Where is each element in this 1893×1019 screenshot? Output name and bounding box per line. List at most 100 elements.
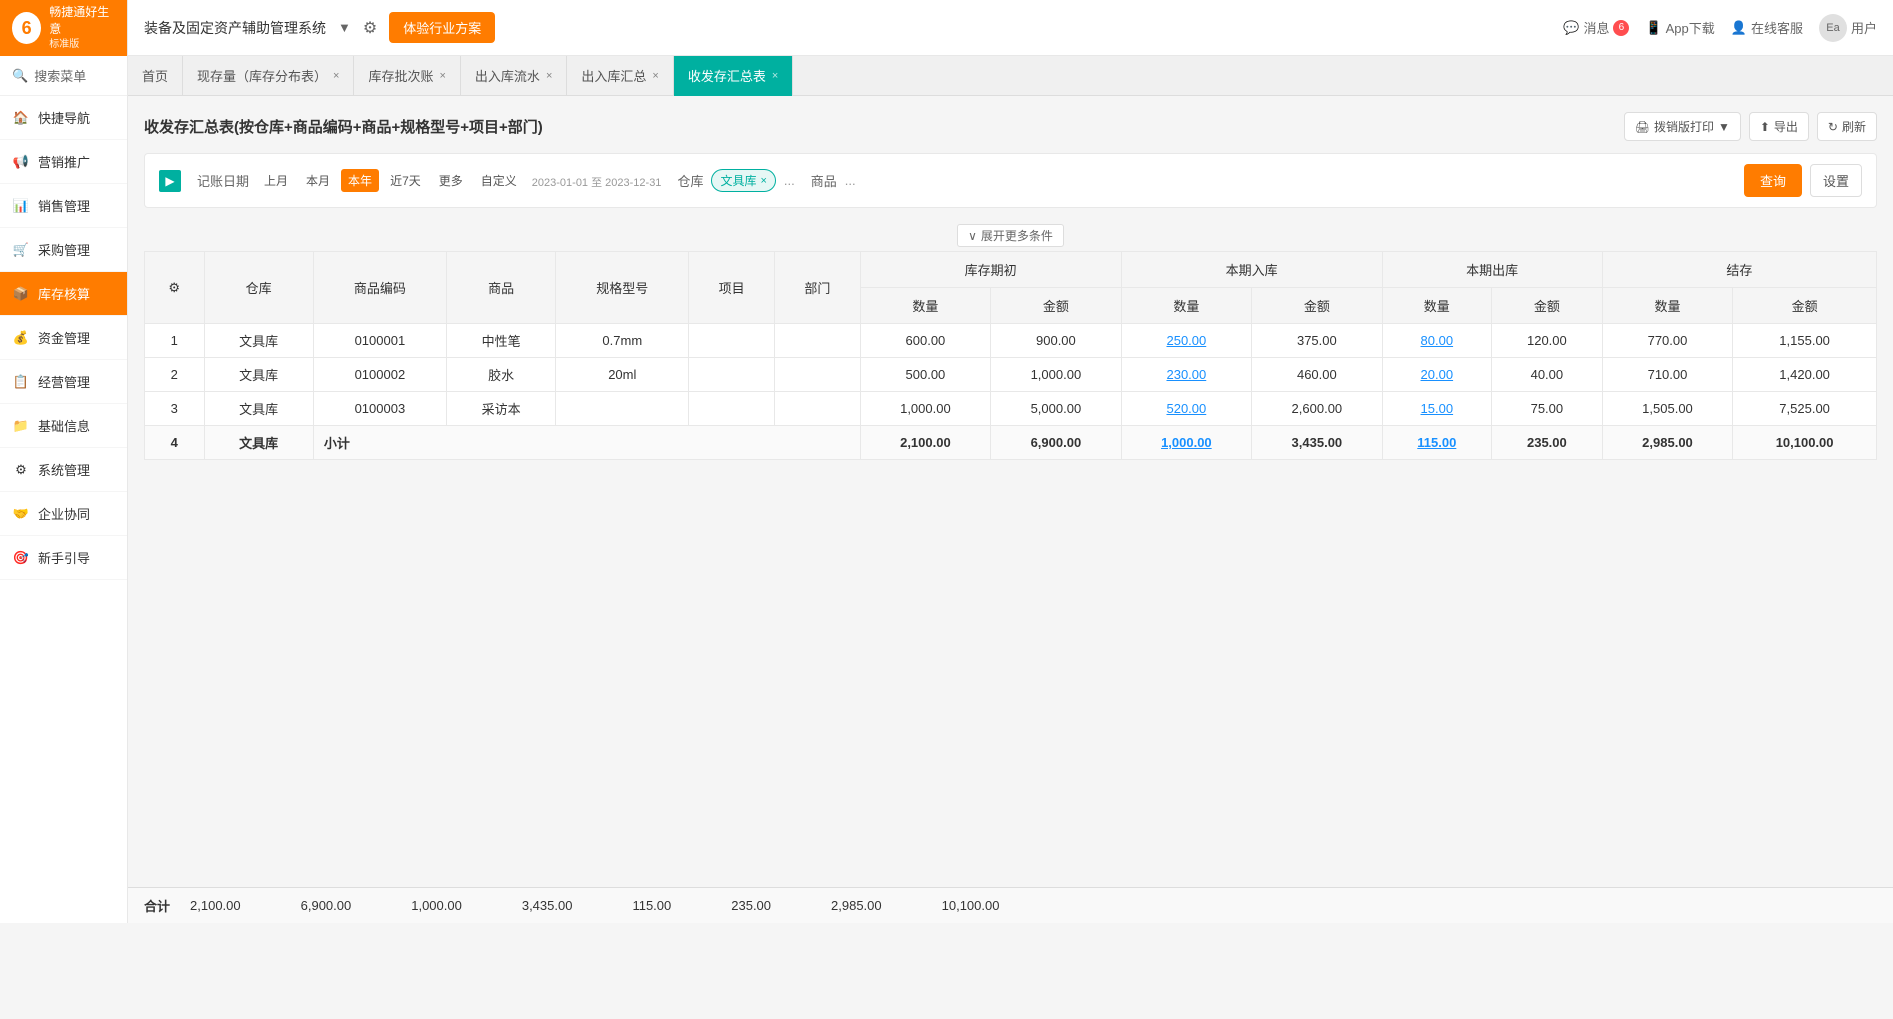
tab-close-stock-dist[interactable]: × <box>333 70 339 82</box>
date-btn-last-month[interactable]: 上月 <box>257 169 295 192</box>
tab-collect-summary[interactable]: 收发存汇总表 × <box>674 56 793 96</box>
tab-close-inout-flow[interactable]: × <box>546 70 552 82</box>
warehouse-tag[interactable]: 文具库 × <box>711 169 775 192</box>
cell-in-qty[interactable]: 250.00 <box>1121 324 1251 358</box>
sidebar-item-purchase[interactable]: 🛒 采购管理 <box>0 228 127 272</box>
logo-icon: 6 <box>12 12 41 44</box>
settings-icon[interactable]: ⚙ <box>363 18 377 38</box>
sidebar: 6 畅捷通好生意 标准版 🔍 搜索菜单 🏠 快捷导航 📢 营销推广 📊 销售管理… <box>0 0 128 923</box>
logo-text: 畅捷通好生意 标准版 <box>49 4 115 52</box>
table-row: 3 文具库 0100003 采访本 1,000.00 5,000.00 520.… <box>145 392 1877 426</box>
table-row: 1 文具库 0100001 中性笔 0.7mm 600.00 900.00 25… <box>145 324 1877 358</box>
cell-warehouse: 文具库 <box>204 358 313 392</box>
user-menu[interactable]: Ea 用户 <box>1819 14 1877 42</box>
cell-spec: 20ml <box>556 358 689 392</box>
cell-in-qty[interactable]: 520.00 <box>1121 392 1251 426</box>
sidebar-item-guide[interactable]: 🎯 新手引导 <box>0 536 127 580</box>
date-btn-this-year[interactable]: 本年 <box>341 169 379 192</box>
subtotal-in-amt: 3,435.00 <box>1252 426 1382 460</box>
filter-toggle[interactable]: ▶ <box>159 170 181 192</box>
cell-open-qty: 600.00 <box>860 324 990 358</box>
tab-inout-flow[interactable]: 出入库流水 × <box>461 56 567 96</box>
cell-name: 采访本 <box>446 392 555 426</box>
data-table: ⚙ 仓库 商品编码 商品 规格型号 项目 部门 库存期初 本期入库 本期出库 结… <box>144 251 1877 460</box>
cell-open-qty: 1,000.00 <box>860 392 990 426</box>
col-warehouse: 仓库 <box>204 252 313 324</box>
tab-inout-summary[interactable]: 出入库汇总 × <box>567 56 673 96</box>
cell-bal-qty: 1,505.00 <box>1602 392 1732 426</box>
sidebar-item-basic[interactable]: 📁 基础信息 <box>0 404 127 448</box>
refresh-button[interactable]: ↻ 刷新 <box>1817 112 1877 141</box>
tab-home[interactable]: 首页 <box>128 56 183 96</box>
export-button[interactable]: ⬆ 导出 <box>1749 112 1809 141</box>
cell-open-amt: 900.00 <box>991 324 1121 358</box>
cell-name: 中性笔 <box>446 324 555 358</box>
cell-out-amt: 40.00 <box>1492 358 1603 392</box>
cell-code: 0100002 <box>313 358 446 392</box>
date-btn-custom[interactable]: 自定义 <box>474 169 524 192</box>
cell-no: 2 <box>145 358 205 392</box>
cell-project <box>689 324 775 358</box>
sidebar-item-operation[interactable]: 📋 经营管理 <box>0 360 127 404</box>
sidebar-item-search[interactable]: 🔍 搜索菜单 <box>0 56 127 96</box>
tab-batch[interactable]: 库存批次账 × <box>354 56 460 96</box>
tab-close-inout-summary[interactable]: × <box>652 70 658 82</box>
col-in-qty: 数量 <box>1121 288 1251 324</box>
sidebar-item-quick-nav[interactable]: 🏠 快捷导航 <box>0 96 127 140</box>
total-bal-qty: 2,985.00 <box>831 898 882 913</box>
product-more-icon[interactable]: ... <box>845 173 856 188</box>
tab-bar: 首页 现存量（库存分布表） × 库存批次账 × 出入库流水 × 出入库汇总 × … <box>128 56 1893 96</box>
date-btn-more[interactable]: 更多 <box>432 169 470 192</box>
cell-open-amt: 1,000.00 <box>991 358 1121 392</box>
subtotal-out-qty[interactable]: 115.00 <box>1382 426 1491 460</box>
search-icon: 🔍 <box>12 68 28 84</box>
warehouse-more-icon[interactable]: ... <box>784 173 795 188</box>
cell-out-qty[interactable]: 20.00 <box>1382 358 1491 392</box>
subtotal-out-amt: 235.00 <box>1492 426 1603 460</box>
expand-conditions-button[interactable]: ∨ 展开更多条件 <box>957 224 1064 247</box>
sidebar-item-corp[interactable]: 🤝 企业协同 <box>0 492 127 536</box>
sidebar-item-marketing[interactable]: 📢 营销推广 <box>0 140 127 184</box>
tab-close-batch[interactable]: × <box>439 70 445 82</box>
tab-close-collect-summary[interactable]: × <box>772 70 778 82</box>
query-button[interactable]: 查询 <box>1744 164 1802 197</box>
expand-row: ∨ 展开更多条件 <box>144 220 1877 251</box>
app-download-button[interactable]: 📱 App下载 <box>1645 18 1714 37</box>
cell-bal-amt: 1,420.00 <box>1733 358 1877 392</box>
tab-stock-dist[interactable]: 现存量（库存分布表） × <box>183 56 354 96</box>
cell-out-qty[interactable]: 15.00 <box>1382 392 1491 426</box>
sidebar-item-sales[interactable]: 📊 销售管理 <box>0 184 127 228</box>
print-button[interactable]: 🖨 拨销版打印 ▼ <box>1624 112 1741 141</box>
sidebar-item-inventory[interactable]: 📦 库存核算 <box>0 272 127 316</box>
cell-in-qty[interactable]: 230.00 <box>1121 358 1251 392</box>
date-filter-label: 记账日期 <box>197 171 249 190</box>
date-range-display: 2023-01-01 至 2023-12-31 <box>532 174 662 190</box>
product-filter-label: 商品 <box>811 171 837 190</box>
subtotal-open-qty: 2,100.00 <box>860 426 990 460</box>
cell-dept <box>774 392 860 426</box>
warehouse-tag-remove[interactable]: × <box>760 175 766 187</box>
total-label: 合计 <box>144 896 170 915</box>
message-button[interactable]: 💬 消息 6 <box>1563 18 1629 37</box>
cell-spec: 0.7mm <box>556 324 689 358</box>
date-btn-this-month[interactable]: 本月 <box>299 169 337 192</box>
column-settings-button[interactable]: 设置 <box>1810 164 1862 197</box>
export-icon: ⬆ <box>1760 120 1770 134</box>
sidebar-item-finance[interactable]: 💰 资金管理 <box>0 316 127 360</box>
total-open-qty: 2,100.00 <box>190 898 241 913</box>
system-dropdown[interactable]: ▼ <box>338 20 351 35</box>
main-content: 收发存汇总表(按仓库+商品编码+商品+规格型号+项目+部门) 🖨 拨销版打印 ▼… <box>128 96 1893 476</box>
cell-in-amt: 460.00 <box>1252 358 1382 392</box>
cell-out-qty[interactable]: 80.00 <box>1382 324 1491 358</box>
subtotal-in-qty[interactable]: 1,000.00 <box>1121 426 1251 460</box>
col-out-amt: 金额 <box>1492 288 1603 324</box>
cell-open-qty: 500.00 <box>860 358 990 392</box>
cell-name: 胶水 <box>446 358 555 392</box>
col-balance-amt: 金额 <box>1733 288 1877 324</box>
table-settings-icon[interactable]: ⚙ <box>145 252 205 324</box>
date-btn-7days[interactable]: 近7天 <box>383 169 428 192</box>
online-service-button[interactable]: 👤 在线客服 <box>1731 18 1803 37</box>
subtotal-label: 小计 <box>313 426 860 460</box>
trial-button[interactable]: 体验行业方案 <box>389 12 495 43</box>
sidebar-item-system[interactable]: ⚙ 系统管理 <box>0 448 127 492</box>
